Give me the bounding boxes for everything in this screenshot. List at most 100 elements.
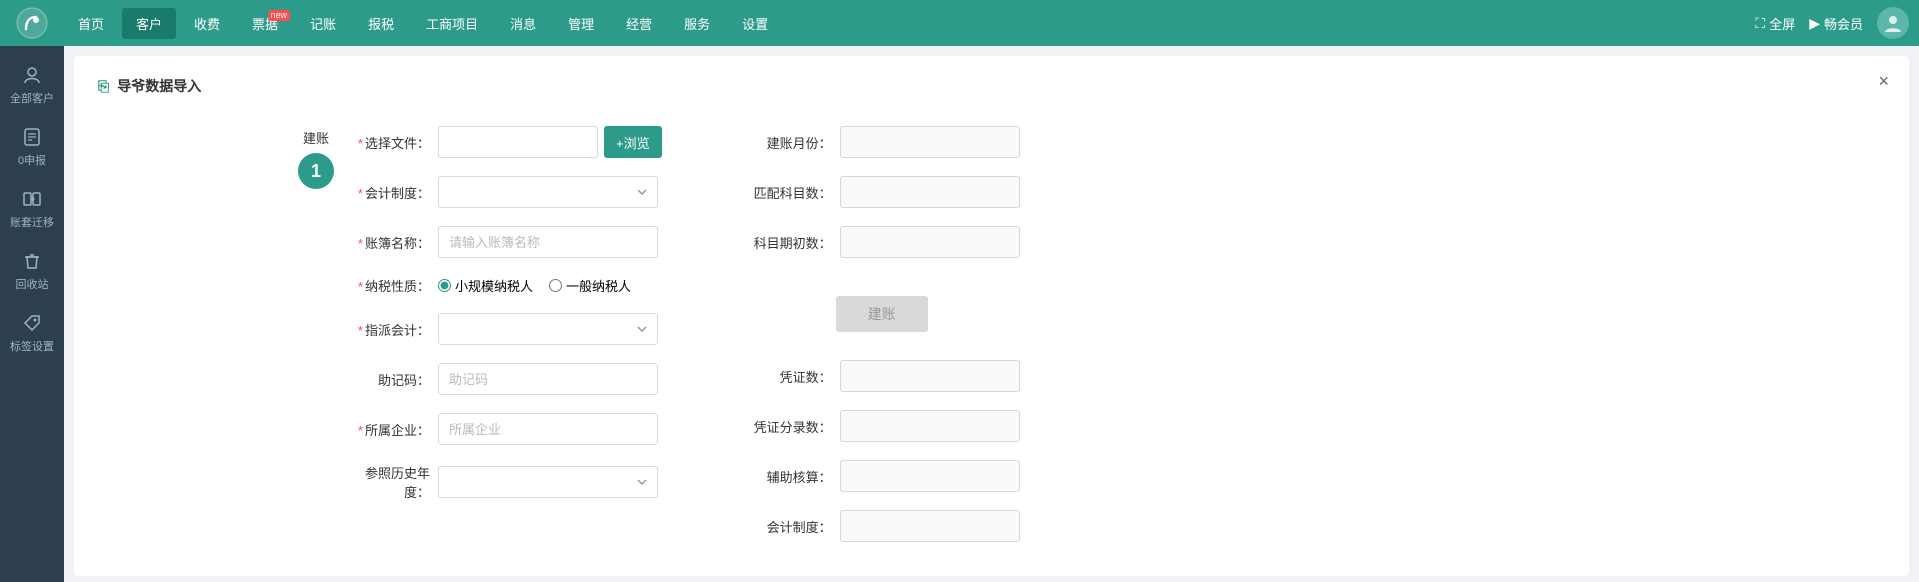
tax-small-radio[interactable]: 小规模纳税人 (438, 276, 533, 295)
tag-icon (21, 312, 43, 334)
tax-type-label: *纳税性质： (350, 276, 430, 295)
voucher-entries-value (840, 410, 1020, 442)
nav-item-settings[interactable]: 设置 (728, 8, 782, 39)
memo-code-row: 助记码： (350, 363, 662, 395)
tax-general-label: 一般纳税人 (566, 276, 631, 295)
nav-item-service[interactable]: 服务 (670, 8, 724, 39)
accounting-system-right-value (840, 510, 1020, 542)
person-icon (21, 64, 43, 86)
sidebar-item-declare[interactable]: 0申报 (0, 118, 64, 176)
memo-code-label: 助记码： (350, 370, 430, 389)
card-header: ⎘ 导爷数据导入 (98, 76, 1885, 96)
tax-type-radio-group: 小规模纳税人 一般纳税人 (438, 276, 631, 295)
subject-init-row: 科目期初数： (742, 226, 1022, 258)
voucher-value (840, 360, 1020, 392)
vip-btn[interactable]: ▶ 畅会员 (1809, 14, 1863, 33)
file-row: *选择文件： +浏览 (350, 126, 662, 158)
card-title: 导爷数据导入 (117, 76, 201, 96)
nav-item-ticket[interactable]: 票据 new (238, 8, 292, 39)
fullscreen-btn[interactable]: ⛶ 全屏 (1755, 14, 1795, 33)
form-grid: *选择文件： +浏览 *会计制度： (350, 126, 662, 501)
close-button[interactable]: × (1878, 72, 1889, 90)
match-subject-row: 匹配科目数： (742, 176, 1022, 208)
voucher-entries-label: 凭证分录数： (742, 417, 832, 436)
import-card: ⎘ 导爷数据导入 × 建账 1 (74, 56, 1909, 576)
tax-small-label: 小规模纳税人 (455, 276, 533, 295)
tax-general-radio[interactable]: 一般纳税人 (549, 276, 631, 295)
transfer-icon (21, 188, 43, 210)
memo-code-input[interactable] (438, 363, 658, 395)
form-area: 建账 1 *选择文件： +浏览 (98, 126, 1885, 542)
file-label: *选择文件： (350, 133, 430, 152)
sidebar-item-tags[interactable]: 标签设置 (0, 304, 64, 362)
voucher-label: 凭证数： (742, 367, 832, 386)
match-subject-label: 匹配科目数： (742, 183, 832, 202)
assign-accountant-select[interactable] (438, 313, 658, 345)
nav-item-tax[interactable]: 报税 (354, 8, 408, 39)
tax-type-row: *纳税性质： 小规模纳税人 一般纳税人 (350, 276, 662, 295)
nav-item-billing[interactable]: 收费 (180, 8, 234, 39)
trash-icon (21, 250, 43, 272)
right-panel-grid: 建账月份： 匹配科目数： 科目期初数： (742, 126, 1022, 542)
vip-label: 畅会员 (1824, 14, 1863, 33)
fullscreen-label: 全屏 (1769, 14, 1795, 33)
match-subject-value (840, 176, 1020, 208)
file-input-group: +浏览 (438, 126, 662, 158)
ledger-name-row: *账簿名称： (350, 226, 662, 258)
assign-accountant-label: *指派会计： (350, 320, 430, 339)
file-input[interactable] (438, 126, 598, 158)
assign-accountant-row: *指派会计： (350, 313, 662, 345)
sidebar-item-trash[interactable]: 回收站 (0, 242, 64, 300)
tax-general-input[interactable] (549, 279, 562, 292)
reference-year-row: 参照历史年度： (350, 463, 662, 501)
nav-right: ⛶ 全屏 ▶ 畅会员 (1755, 7, 1909, 39)
affiliated-company-row: *所属企业： (350, 413, 662, 445)
build-label: 建账 (303, 128, 329, 147)
accounting-system-select[interactable] (438, 176, 658, 208)
affiliated-company-label: *所属企业： (350, 420, 430, 439)
main-content: ⎘ 导爷数据导入 × 建账 1 (64, 46, 1919, 582)
nav-item-manage[interactable]: 管理 (554, 8, 608, 39)
accounting-system-row: *会计制度： (350, 176, 662, 208)
browse-button[interactable]: +浏览 (604, 126, 662, 158)
layout: 全部客户 0申报 账套迁移 (0, 46, 1919, 582)
play-icon: ▶ (1809, 15, 1820, 32)
accounting-system-label: *会计制度： (350, 183, 430, 202)
step-number: 1 (298, 153, 334, 189)
build-account-button[interactable]: 建账 (836, 296, 928, 332)
auxiliary-row: 辅助核算： (742, 460, 1022, 492)
affiliated-company-input[interactable] (438, 413, 658, 445)
nav-item-message[interactable]: 消息 (496, 8, 550, 39)
accounting-system-right-row: 会计制度： (742, 510, 1022, 542)
nav-item-home[interactable]: 首页 (64, 8, 118, 39)
avatar[interactable] (1877, 7, 1909, 39)
sidebar-item-label: 回收站 (16, 276, 49, 292)
reference-year-select[interactable] (438, 466, 658, 498)
subject-init-value (840, 226, 1020, 258)
account-month-value (840, 126, 1020, 158)
account-month-row: 建账月份： (742, 126, 1022, 158)
top-nav: 首页 客户 收费 票据 new 记账 报税 工商项目 消息 管理 经营 服务 设… (0, 0, 1919, 46)
sidebar-item-label: 标签设置 (10, 338, 54, 354)
ledger-name-label: *账簿名称： (350, 233, 430, 252)
import-icon: ⎘ (98, 78, 109, 95)
sidebar-item-transfer[interactable]: 账套迁移 (0, 180, 64, 238)
sidebar-item-label: 账套迁移 (10, 214, 54, 230)
reference-year-label: 参照历史年度： (350, 463, 430, 501)
build-btn-area: 建账 (742, 286, 1022, 332)
sidebar-item-all-customers[interactable]: 全部客户 (0, 56, 64, 114)
tax-small-input[interactable] (438, 279, 451, 292)
voucher-row: 凭证数： (742, 360, 1022, 392)
nav-item-bizproject[interactable]: 工商项目 (412, 8, 492, 39)
auxiliary-value (840, 460, 1020, 492)
nav-items: 首页 客户 收费 票据 new 记账 报税 工商项目 消息 管理 经营 服务 设… (64, 8, 1755, 39)
new-badge: new (268, 10, 291, 21)
voucher-entries-row: 凭证分录数： (742, 410, 1022, 442)
nav-item-customer[interactable]: 客户 (122, 8, 176, 39)
nav-item-bookkeeping[interactable]: 记账 (296, 8, 350, 39)
logo (10, 1, 54, 45)
auxiliary-label: 辅助核算： (742, 467, 832, 486)
nav-item-operation[interactable]: 经营 (612, 8, 666, 39)
ledger-name-input[interactable] (438, 226, 658, 258)
accounting-system-right-label: 会计制度： (742, 517, 832, 536)
